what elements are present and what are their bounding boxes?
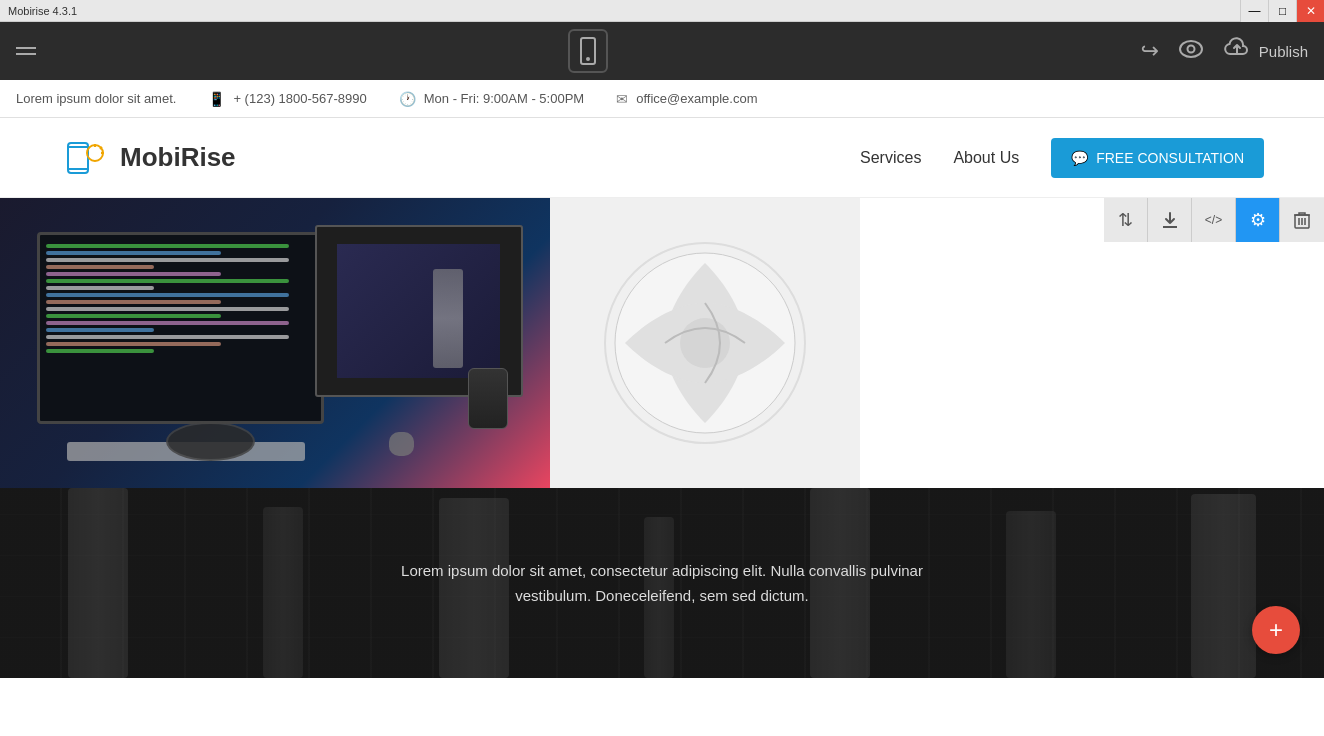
dark-text-content: Lorem ipsum dolor sit amet, consectetur … (401, 558, 923, 609)
move-up-down-button[interactable]: ⇅ (1104, 198, 1148, 242)
phone-text: + (123) 1800-567-8990 (233, 91, 366, 106)
svg-line-7 (100, 147, 102, 149)
logo-text: MobiRise (120, 142, 236, 173)
phone-preview-button[interactable] (568, 29, 608, 73)
svg-point-1 (1187, 45, 1194, 52)
logo-area: MobiRise (60, 133, 236, 183)
floating-toolbar: ⇅ </> ⚙ (1104, 198, 1324, 242)
svg-point-0 (1180, 41, 1202, 57)
dark-section: Lorem ipsum dolor sit amet, consectetur … (0, 488, 1324, 678)
hamburger-line (16, 47, 36, 49)
download-button[interactable] (1148, 198, 1192, 242)
toolbar-left (16, 47, 36, 55)
clock-icon: 🕐 (399, 91, 416, 107)
code-button[interactable]: </> (1192, 198, 1236, 242)
close-button[interactable]: ✕ (1296, 0, 1324, 22)
gallery-image-left (0, 198, 550, 488)
pillar (263, 507, 303, 678)
preview-button[interactable] (1179, 40, 1203, 63)
titlebar-controls: — □ ✕ (1240, 0, 1324, 22)
info-bar: Lorem ipsum dolor sit amet. 📱 + (123) 18… (0, 80, 1324, 118)
undo-button[interactable]: ↩ (1141, 38, 1159, 64)
cloud-upload-icon (1223, 37, 1251, 65)
tagline: Lorem ipsum dolor sit amet. (16, 91, 176, 106)
settings-button[interactable]: ⚙ (1236, 198, 1280, 242)
nav-about[interactable]: About Us (953, 149, 1019, 167)
headphones-prop (166, 422, 255, 461)
publish-button[interactable]: Publish (1223, 37, 1308, 65)
hours-text: Mon - Fri: 9:00AM - 5:00PM (424, 91, 584, 106)
phone-prop (468, 368, 508, 430)
delete-button[interactable] (1280, 198, 1324, 242)
code-display (40, 235, 321, 362)
pillar (68, 488, 128, 678)
email-icon: ✉ (616, 91, 628, 107)
pillar (1191, 494, 1256, 678)
email-text: office@example.com (636, 91, 757, 106)
monitor-screen-content (337, 244, 500, 379)
phone-icon: 📱 (208, 91, 225, 107)
gallery-section: ⇅ </> ⚙ (0, 198, 1324, 488)
dark-text-line2: vestibulum. Doneceleifend, sem sed dictu… (515, 587, 808, 604)
nav-bar: MobiRise Services About Us 💬 FREE CONSUL… (0, 118, 1324, 198)
hours-info: 🕐 Mon - Fri: 9:00AM - 5:00PM (399, 91, 584, 107)
toolbar-right: ↩ Publish (1141, 37, 1308, 65)
monitor-visual (28, 220, 523, 467)
mouse-prop (389, 432, 414, 457)
publish-label: Publish (1259, 43, 1308, 60)
maximize-button[interactable]: □ (1268, 0, 1296, 22)
email-info: ✉ office@example.com (616, 91, 757, 107)
cta-icon: 💬 (1071, 150, 1088, 166)
titlebar: Mobirise 4.3.1 — □ ✕ (0, 0, 1324, 22)
dark-text-line1: Lorem ipsum dolor sit amet, consectetur … (401, 562, 923, 579)
can-prop (433, 269, 463, 368)
toolbar-center (568, 29, 608, 73)
fab-button[interactable]: + (1252, 606, 1300, 654)
cta-label: FREE CONSULTATION (1096, 150, 1244, 166)
hamburger-line (16, 53, 36, 55)
pillar (1006, 511, 1056, 678)
nav-services[interactable]: Services (860, 149, 921, 167)
circle-shape-svg (595, 233, 815, 453)
svg-point-17 (680, 318, 730, 368)
logo-icon (60, 133, 110, 183)
titlebar-title: Mobirise 4.3.1 (8, 5, 77, 17)
main-monitor (37, 232, 324, 424)
minimize-button[interactable]: — (1240, 0, 1268, 22)
nav-links: Services About Us 💬 FREE CONSULTATION (860, 138, 1264, 178)
phone-info: 📱 + (123) 1800-567-8990 (208, 91, 366, 107)
cta-button[interactable]: 💬 FREE CONSULTATION (1051, 138, 1264, 178)
app-toolbar: ↩ Publish (0, 22, 1324, 80)
phone-preview-icon (580, 37, 596, 65)
hamburger-menu-button[interactable] (16, 47, 36, 55)
circle-design (595, 233, 815, 453)
gallery-image-right (550, 198, 860, 488)
